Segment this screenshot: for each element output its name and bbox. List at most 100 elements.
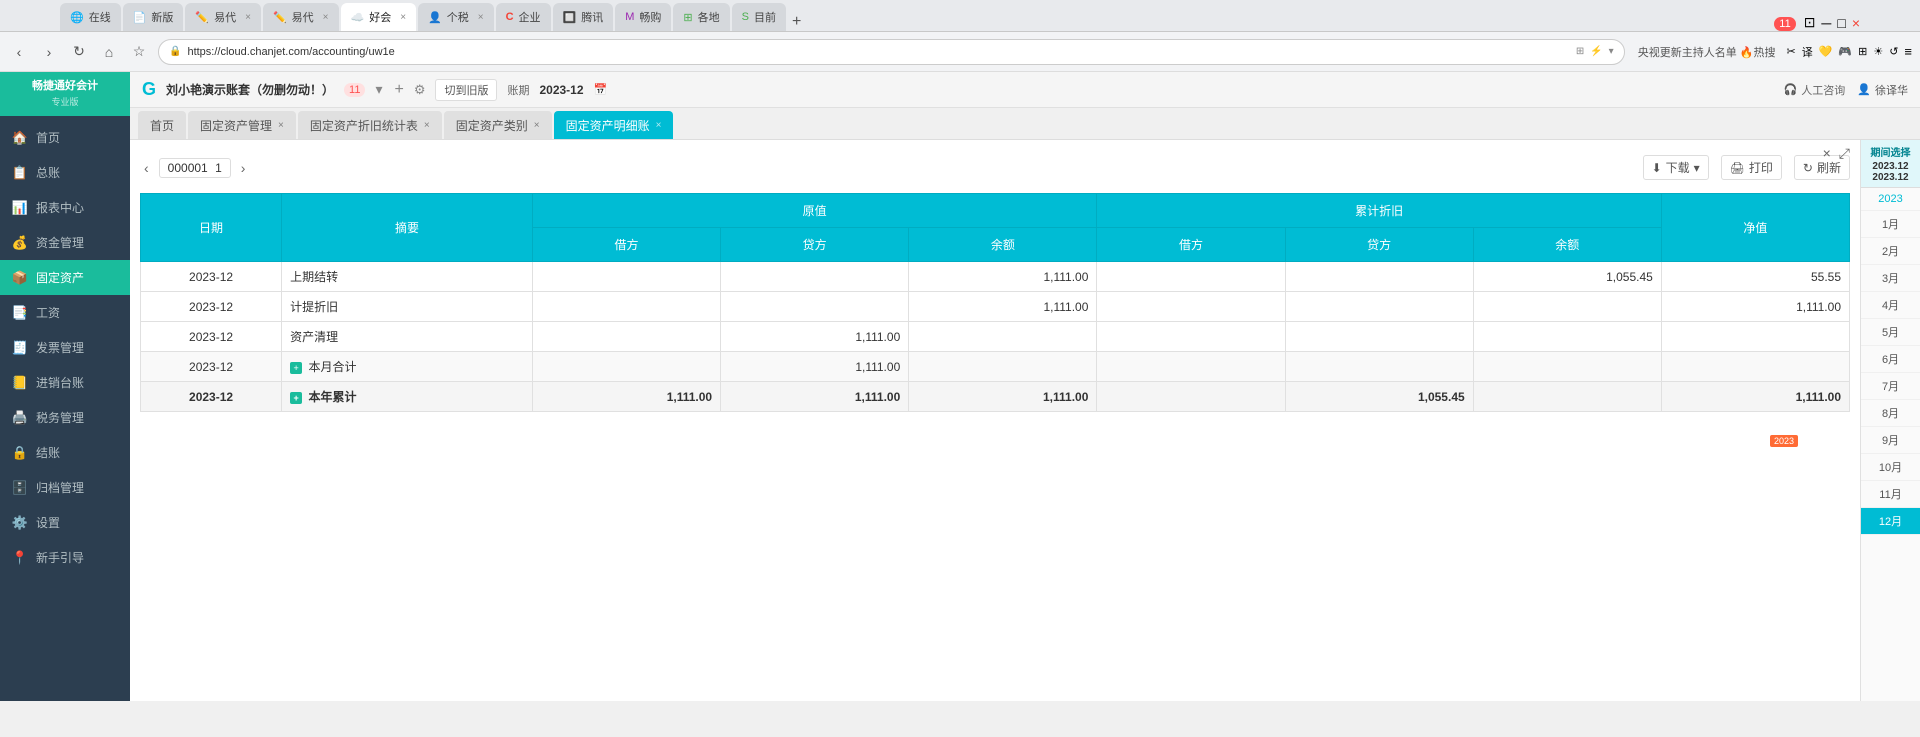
cell-date-2: 2023-12 (141, 292, 282, 322)
prev-account-btn[interactable]: ‹ (140, 158, 153, 178)
close-window-btn[interactable]: × (1852, 15, 1860, 31)
period-month-8[interactable]: 8月 (1861, 400, 1920, 427)
minimize-btn[interactable]: ─ (1821, 15, 1831, 31)
wallet-btn[interactable]: 💛 (1819, 45, 1833, 58)
address-bar[interactable]: 🔒 https://cloud.chanjet.com/accounting/u… (158, 39, 1625, 65)
sidebar-item-home[interactable]: 🏠 首页 (0, 120, 130, 155)
sidebar-item-salary[interactable]: 📑 工资 (0, 295, 130, 330)
dropdown-arrow[interactable]: ▾ (1609, 46, 1614, 57)
grid-btn[interactable]: ⊞ (1858, 45, 1867, 58)
period-value: 2023-12 (539, 83, 583, 97)
app-tab-home[interactable]: 首页 (138, 111, 186, 139)
switch-version-btn[interactable]: 切到旧版 (435, 79, 497, 101)
add-company-btn[interactable]: + (394, 81, 403, 99)
th-original-value: 原值 (532, 194, 1096, 228)
close-detail-tab[interactable]: × (656, 120, 662, 131)
download-btn[interactable]: ⬇ 下载 ▾ (1643, 155, 1709, 180)
cell-acc-debit-5 (1097, 382, 1285, 412)
browser-tab-tengxun[interactable]: 🔲 腾讯 (553, 3, 614, 31)
period-month-10[interactable]: 10月 (1861, 454, 1920, 481)
cell-orig-debit-4 (532, 352, 720, 382)
cell-acc-credit-2 (1285, 292, 1473, 322)
purchases-icon: 📒 (12, 375, 28, 391)
cut-btn[interactable]: ✂ (1786, 45, 1795, 58)
browser-tab-haohui[interactable]: ☁️ 好会 × (341, 3, 417, 31)
app-tab-detail[interactable]: 固定资产明细账 × (554, 111, 674, 139)
app-tab-depreciation-stat-label: 固定资产折旧统计表 (310, 117, 418, 134)
sidebar-item-invoice[interactable]: 🧾 发票管理 (0, 330, 130, 365)
home-btn[interactable]: ⌂ (98, 41, 120, 63)
period-month-3[interactable]: 3月 (1861, 265, 1920, 292)
close-page-btn[interactable]: × (1823, 145, 1831, 162)
browser-tab-yidai1[interactable]: ✏️ 易代 × (185, 3, 261, 31)
sidebar-item-archive[interactable]: 🗄️ 归档管理 (0, 470, 130, 505)
sidebar-label-ledger: 总账 (36, 164, 60, 181)
sidebar-item-guide[interactable]: 📍 新手引导 (0, 540, 130, 575)
period-month-9[interactable]: 9月 (1861, 427, 1920, 454)
history-btn[interactable]: ↺ (1889, 45, 1898, 58)
browser-tab-yidai2[interactable]: ✏️ 易代 × (263, 3, 339, 31)
back-btn[interactable]: ‹ (8, 41, 30, 63)
app-tab-home-label: 首页 (150, 117, 174, 134)
brightness-btn[interactable]: ☀ (1873, 45, 1883, 58)
sidebar-item-settings[interactable]: ⚙️ 设置 (0, 505, 130, 540)
close-fixed-mgmt-tab[interactable]: × (278, 120, 284, 131)
sidebar-label-close: 结账 (36, 444, 60, 461)
bookmark-btn[interactable]: ☆ (128, 41, 150, 63)
browser-actions: 央视更新主持人名单 🔥热搜 ✂ 译 💛 🎮 ⊞ ☀ ↺ ≡ (1633, 42, 1912, 62)
period-month-4[interactable]: 4月 (1861, 292, 1920, 319)
translate-btn[interactable]: 译 (1802, 44, 1813, 60)
app-tab-category[interactable]: 固定资产类别 × (444, 111, 552, 139)
browser-tab-online[interactable]: 🌐 在线 (60, 3, 121, 31)
period-month-12[interactable]: 12月 (1861, 508, 1920, 535)
cell-summary-2: 计提折旧 (282, 292, 533, 322)
browser-tab-qiye[interactable]: C 企业 (496, 3, 551, 31)
sidebar-item-reports[interactable]: 📊 报表中心 (0, 190, 130, 225)
sidebar-label-salary: 工资 (36, 304, 60, 321)
period-month-11[interactable]: 11月 (1861, 481, 1920, 508)
company-dropdown-btn[interactable]: ▾ (375, 81, 382, 98)
settings-small-btn[interactable]: ⚙ (414, 82, 426, 98)
new-tab-btn[interactable]: + (792, 13, 801, 31)
browser-tab-getax[interactable]: 👤 个税 × (418, 3, 494, 31)
expand-page-btn[interactable]: ⤢ (1839, 145, 1850, 162)
period-month-2[interactable]: 2月 (1861, 238, 1920, 265)
calendar-icon[interactable]: 📅 (594, 83, 608, 96)
app-tab-depreciation-stat[interactable]: 固定资产折旧统计表 × (298, 111, 442, 139)
period-month-1[interactable]: 1月 (1861, 211, 1920, 238)
sidebar-item-purchases[interactable]: 📒 进销台账 (0, 365, 130, 400)
sidebar-label-guide: 新手引导 (36, 549, 84, 566)
browser-tab-gedi[interactable]: ⊞ 各地 (673, 3, 729, 31)
close-depreciation-stat-tab[interactable]: × (424, 120, 430, 131)
period-month-7[interactable]: 7月 (1861, 373, 1920, 400)
archive-icon: 🗄️ (12, 480, 28, 496)
app-tab-fixed-mgmt[interactable]: 固定资产管理 × (188, 111, 296, 139)
period-month-6[interactable]: 6月 (1861, 346, 1920, 373)
cell-net-1: 55.55 (1661, 262, 1849, 292)
user-profile-btn[interactable]: 👤 徐译华 (1857, 82, 1908, 98)
reload-btn[interactable]: ↻ (68, 41, 90, 63)
print-btn[interactable]: 🖨 打印 (1721, 155, 1782, 180)
close-category-tab[interactable]: × (534, 120, 540, 131)
sidebar-item-fixed-assets[interactable]: 📦 固定资产 (0, 260, 130, 295)
browser-tab-muqian[interactable]: S 目前 (732, 3, 786, 31)
period-month-5[interactable]: 5月 (1861, 319, 1920, 346)
sidebar-item-funds[interactable]: 💰 资金管理 (0, 225, 130, 260)
menu-btn[interactable]: ≡ (1904, 44, 1912, 59)
period-year[interactable]: 2023 (1861, 188, 1920, 211)
tab-restore-btn[interactable]: ⊡ (1804, 14, 1816, 31)
account-no: 000001 (168, 161, 208, 175)
sidebar-item-ledger[interactable]: 📋 总账 (0, 155, 130, 190)
next-account-btn[interactable]: › (237, 158, 250, 178)
sidebar-item-tax[interactable]: 🖨️ 税务管理 (0, 400, 130, 435)
tax-icon: 🖨️ (12, 410, 28, 426)
print-label: 打印 (1749, 159, 1773, 176)
sidebar-item-close[interactable]: 🔒 结账 (0, 435, 130, 470)
game-btn[interactable]: 🎮 (1838, 45, 1852, 58)
home-icon: 🏠 (12, 130, 28, 146)
browser-tab-new[interactable]: 📄 新版 (123, 3, 184, 31)
human-service-btn[interactable]: 🎧 人工咨询 (1784, 82, 1846, 98)
browser-tab-chang[interactable]: M 畅购 (615, 3, 671, 31)
forward-btn[interactable]: › (38, 41, 60, 63)
maximize-btn[interactable]: □ (1837, 15, 1845, 31)
